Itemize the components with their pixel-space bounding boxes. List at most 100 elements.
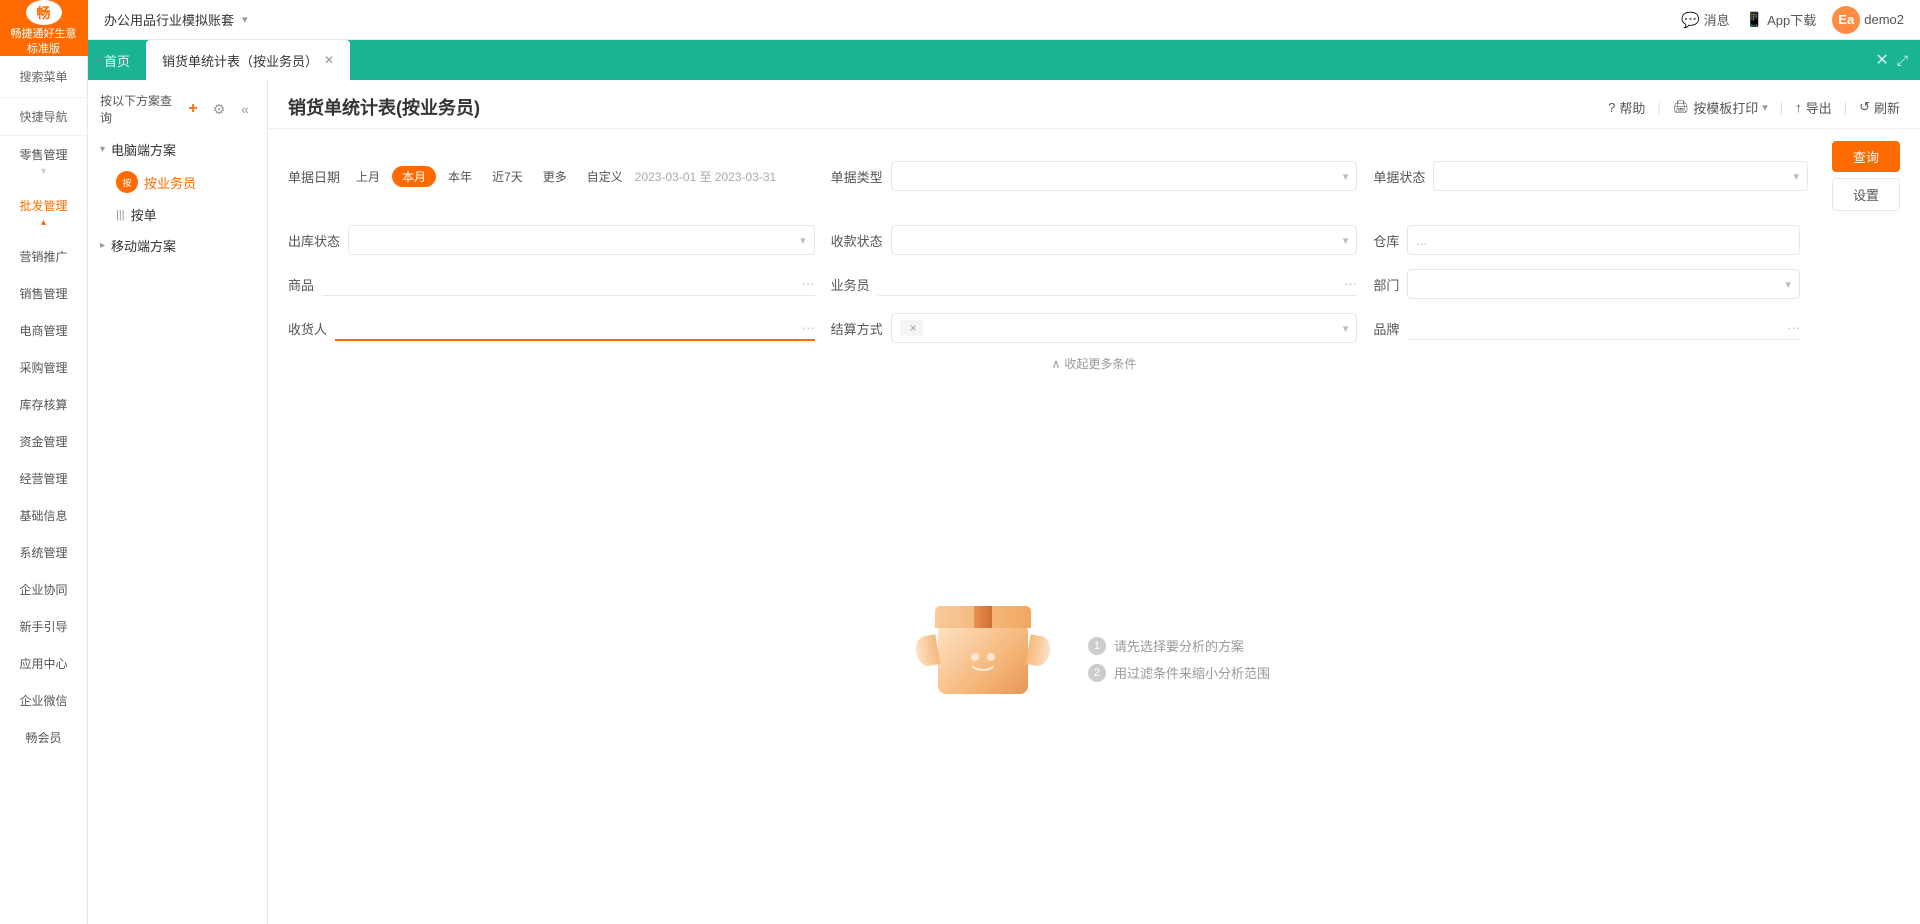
filter-dept-cell: 部门 ▾ (1373, 269, 1900, 299)
sidebar-item-inventory[interactable]: 库存核算 (0, 386, 87, 423)
refresh-button[interactable]: ↺ 刷新 (1859, 98, 1900, 117)
settlement-select[interactable]: × ▾ (891, 313, 1358, 343)
date-btn-custom[interactable]: 自定义 (579, 166, 631, 187)
sidebar-item-basic[interactable]: 基础信息 (0, 497, 87, 534)
outstatus-dropdown-icon: ▾ (800, 234, 806, 247)
filter-doctype-cell: 单据类型 ▾ (831, 161, 1358, 191)
tabbar: 首页 销货单统计表（按业务员） ✕ ✕ ⤢ (88, 40, 1920, 80)
date-btn-more[interactable]: 更多 (535, 166, 575, 187)
tree-mobile-item[interactable]: ▸ 移动端方案 (88, 230, 267, 261)
sidebar-item-coop[interactable]: 企业协同 (0, 571, 87, 608)
docstatus-input-group: ▾ 查询 设置 (1433, 141, 1900, 211)
sidebar-item-ops[interactable]: 经营管理 (0, 460, 87, 497)
sub-tree-item-byorder[interactable]: ||| 按单 (104, 199, 267, 230)
sidebar-item-finance[interactable]: 资金管理 (0, 423, 87, 460)
warehouse-label: 仓库 (1373, 231, 1399, 250)
empty-box-face-svg (958, 639, 1008, 679)
paymentstatus-label: 收款状态 (831, 231, 883, 250)
add-scheme-button[interactable]: + (183, 99, 203, 119)
app-download-button[interactable]: 📱 App下载 (1746, 10, 1817, 29)
collapse-icon: ∧ (1052, 357, 1061, 371)
filter-date-cell: 单据日期 上月 本月 本年 近7天 更多 自定义 2023-03-01 至 20… (288, 166, 815, 187)
date-btn-last7[interactable]: 近7天 (484, 166, 531, 187)
date-range-text: 2023-03-01 至 2023-03-31 (635, 168, 776, 185)
export-button[interactable]: ↑ 导出 (1795, 98, 1832, 117)
collapse-panel-button[interactable]: « (235, 99, 255, 119)
app-logo[interactable]: 畅 畅捷通好生意 标准版 (0, 0, 88, 56)
sidebar-item-apps[interactable]: 应用中心 (0, 645, 87, 682)
filter-outstatus-cell: 出库状态 ▾ (288, 225, 815, 255)
message-button[interactable]: 💬 消息 (1681, 10, 1730, 29)
sidebar-quicknav-area[interactable]: 快捷导航 (0, 98, 87, 136)
sidebar-search-area[interactable]: 搜索菜单 (0, 56, 87, 98)
sidebar-item-wholesale[interactable]: 批发管理 ▴ (0, 187, 87, 238)
page-title-bar: 销货单统计表(按业务员) ? 帮助 | 🖨 按模板打印 ▾ | ↑ (268, 80, 1920, 129)
receiver-dots-icon[interactable]: ··· (802, 320, 815, 335)
goods-dots-icon[interactable]: ··· (802, 276, 815, 291)
docstatus-label: 单据状态 (1373, 167, 1425, 186)
user-profile[interactable]: Ea demo2 (1832, 6, 1904, 34)
receiver-label: 收货人 (288, 319, 327, 338)
topbar-left: 办公用品行业模拟账套 ▾ (104, 10, 248, 29)
filter-staff-cell: 业务员 ··· (831, 272, 1358, 296)
goods-input[interactable] (322, 276, 802, 291)
print-dropdown-icon[interactable]: ▾ (1762, 101, 1768, 114)
left-panel-title: 按以下方案查询 (100, 92, 183, 126)
staff-dots-icon[interactable]: ··· (1344, 276, 1357, 291)
query-button[interactable]: 查询 (1832, 141, 1900, 172)
download-icon: 📱 (1746, 11, 1763, 28)
avatar-initials: Ea (1838, 12, 1854, 27)
paymentstatus-select[interactable]: ▾ (891, 225, 1358, 255)
empty-hint-2-text: 用过滤条件来缩小分析范围 (1114, 663, 1270, 682)
tab-close-icon[interactable]: ✕ (324, 53, 334, 67)
sidebar-item-sales[interactable]: 销售管理 (0, 275, 87, 312)
warehouse-select[interactable]: ... (1407, 225, 1800, 255)
tab-sales-stat[interactable]: 销货单统计表（按业务员） ✕ (146, 40, 350, 80)
outstatus-select[interactable]: ▾ (348, 225, 815, 255)
staff-input[interactable] (878, 276, 1345, 291)
sidebar-item-purchase[interactable]: 采购管理 (0, 349, 87, 386)
collapse-button[interactable]: ∧ 收起更多条件 (1052, 355, 1137, 372)
sidebar-item-retail[interactable]: 零售管理 ▾ (0, 136, 87, 187)
date-btn-currentyear[interactable]: 本年 (440, 166, 480, 187)
empty-state: 1 请先选择要分析的方案 2 用过滤条件来缩小分析范围 (268, 394, 1920, 924)
receiver-input[interactable] (335, 320, 802, 335)
sidebar-item-newbie[interactable]: 新手引导 (0, 608, 87, 645)
brand-dots-icon[interactable]: ··· (1787, 320, 1800, 335)
byorder-label: 按单 (131, 205, 157, 224)
date-filter-group: 上月 本月 本年 近7天 更多 自定义 2023-03-01 至 2023-03… (348, 166, 815, 187)
byorder-icon: ||| (116, 209, 125, 221)
tree-mobile-label: 移动端方案 (111, 236, 176, 255)
doctype-select[interactable]: ▾ (891, 161, 1358, 191)
docstatus-select[interactable]: ▾ (1433, 161, 1808, 191)
sidebar-item-system[interactable]: 系统管理 (0, 534, 87, 571)
sidebar-item-marketing[interactable]: 营销推广 (0, 238, 87, 275)
maximize-icon[interactable]: ⤢ (1897, 52, 1908, 69)
help-label: 帮助 (1619, 98, 1645, 117)
tab-home[interactable]: 首页 (88, 40, 146, 80)
quick-nav-label[interactable]: 快捷导航 (0, 104, 87, 129)
sub-tree-item-bystaff[interactable]: 按 按业务员 (104, 165, 267, 199)
brand-input-wrapper: ··· (1407, 316, 1800, 340)
sidebar: 畅 畅捷通好生意 标准版 搜索菜单 快捷导航 零售管理 ▾ 批发管理 ▴ 营销推… (0, 0, 88, 924)
sidebar-item-member[interactable]: 畅会员 (0, 719, 87, 756)
settings-scheme-button[interactable]: ⚙ (209, 99, 229, 119)
tree-computer-item[interactable]: ▾ 电脑端方案 (88, 134, 267, 165)
tree-computer-label: 电脑端方案 (111, 140, 176, 159)
filter-goods-cell: 商品 ··· (288, 272, 815, 296)
close-window-icon[interactable]: ✕ (1875, 50, 1888, 70)
date-btn-currentmonth[interactable]: 本月 (392, 166, 436, 187)
sidebar-item-ecom[interactable]: 电商管理 (0, 312, 87, 349)
settings-button[interactable]: 设置 (1832, 178, 1900, 211)
topbar-dropdown-icon[interactable]: ▾ (242, 13, 248, 26)
help-button[interactable]: ? 帮助 (1608, 98, 1645, 117)
sidebar-item-corpwx[interactable]: 企业微信 (0, 682, 87, 719)
dept-select[interactable]: ▾ (1407, 269, 1800, 299)
date-btn-lastmonth[interactable]: 上月 (348, 166, 388, 187)
settlement-tag-close[interactable]: × (910, 321, 917, 335)
empty-hints: 1 请先选择要分析的方案 2 用过滤条件来缩小分析范围 (1088, 636, 1270, 682)
search-menu-label[interactable]: 搜索菜单 (0, 64, 87, 89)
print-button[interactable]: 🖨 按模板打印 ▾ (1673, 98, 1768, 117)
tree-arrow-icon: ▾ (100, 144, 105, 155)
brand-input[interactable] (1407, 320, 1787, 335)
